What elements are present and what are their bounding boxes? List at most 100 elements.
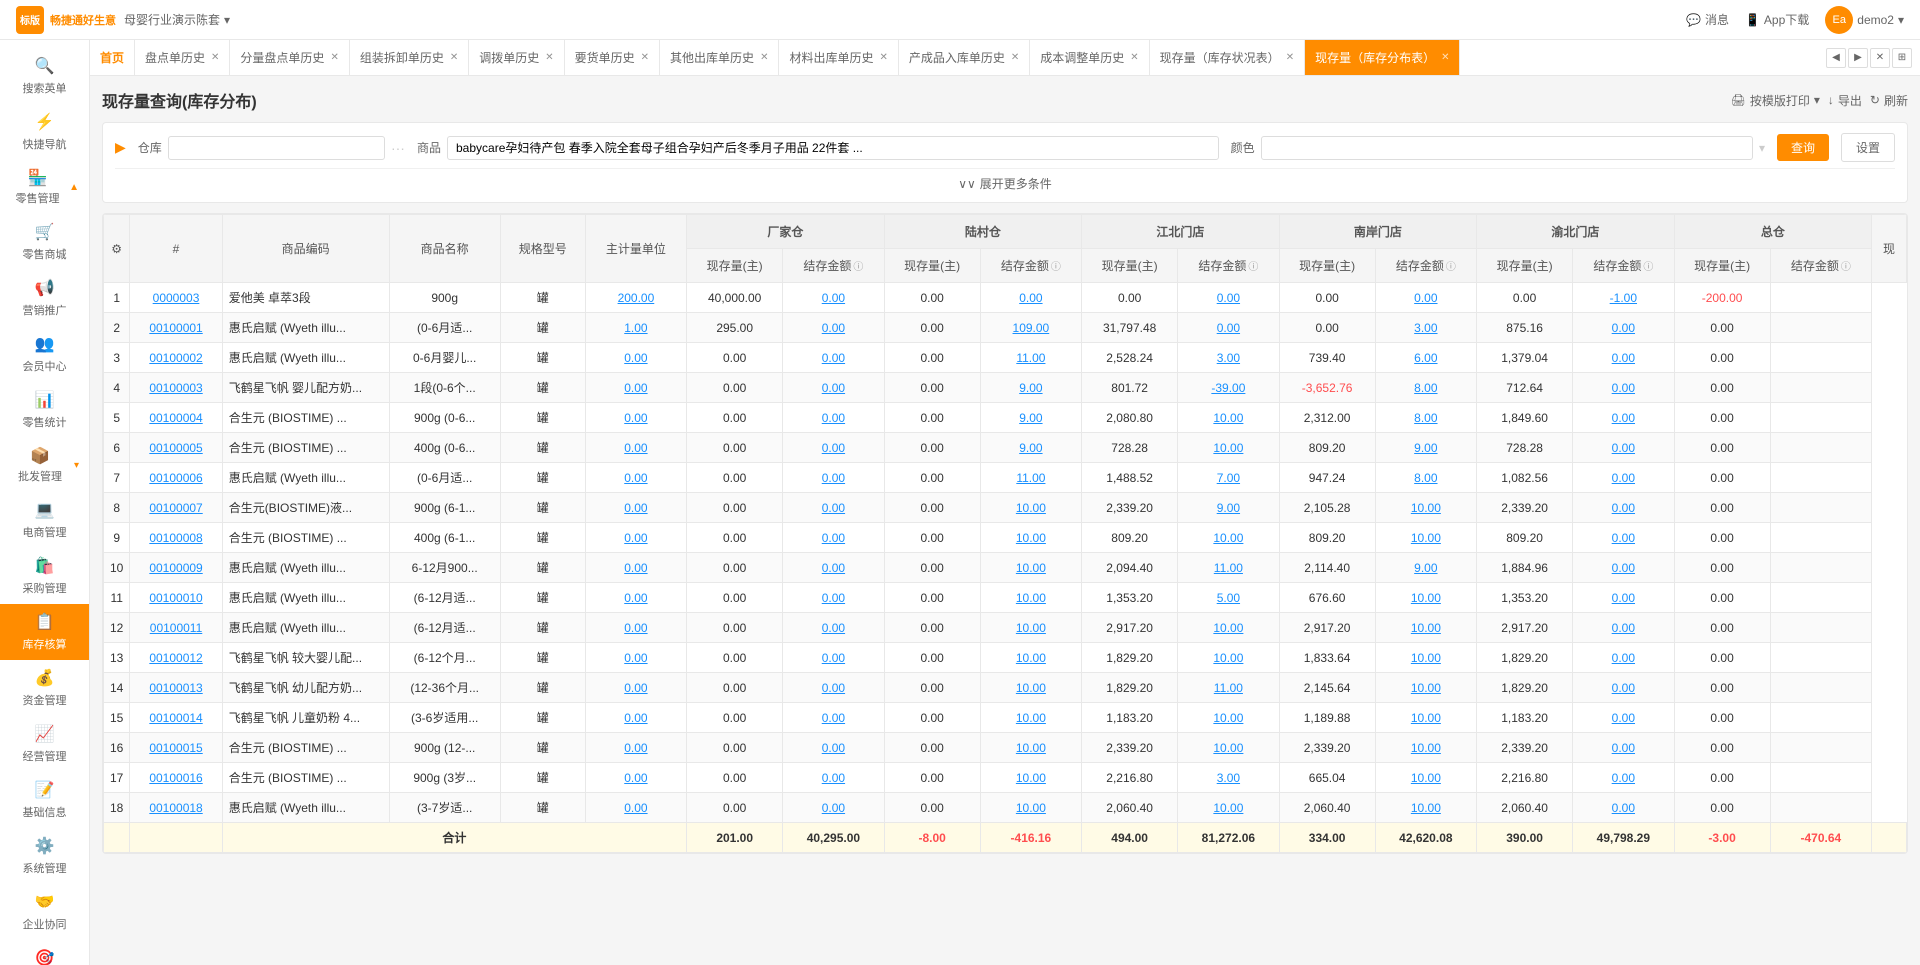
table-cell[interactable]: 10.00 (980, 523, 1082, 553)
sidebar-item-purchase[interactable]: 🛍️ 采购管理 (0, 548, 89, 604)
table-cell[interactable]: 8.00 (1375, 463, 1477, 493)
sidebar-item-guide[interactable]: 🎯 新手引导 (0, 940, 89, 965)
close-icon[interactable]: ✕ (211, 52, 219, 63)
table-cell[interactable]: 10.00 (1178, 523, 1280, 553)
close-icon[interactable]: ✕ (545, 52, 553, 63)
close-icon[interactable]: ✕ (641, 52, 649, 63)
table-cell[interactable]: 0.00 (1573, 703, 1675, 733)
sidebar-item-shop[interactable]: 🛒 零售商城 (0, 214, 89, 270)
table-cell[interactable]: 10.00 (1178, 643, 1280, 673)
close-icon[interactable]: ✕ (450, 52, 458, 63)
table-cell[interactable]: 0.00 (783, 373, 885, 403)
table-cell[interactable]: 0.00 (1573, 463, 1675, 493)
tab-expand-btn[interactable]: ⊞ (1892, 48, 1912, 68)
sidebar-item-wholesale[interactable]: 📦 批发管理 ▾ (0, 438, 89, 492)
table-cell[interactable]: 00100002 (130, 343, 222, 373)
table-cell[interactable]: 11.00 (1178, 553, 1280, 583)
table-cell[interactable]: 0.00 (1573, 643, 1675, 673)
sidebar-item-basic-info[interactable]: 📝 基础信息 (0, 772, 89, 828)
tab-stock-dist[interactable]: 现存量（库存分布表） ✕ (1305, 40, 1460, 76)
table-cell[interactable]: 0.00 (585, 493, 687, 523)
sidebar-item-marketing[interactable]: 📢 营销推广 (0, 270, 89, 326)
table-cell[interactable]: 9.00 (980, 433, 1082, 463)
table-cell[interactable]: 0.00 (585, 763, 687, 793)
table-cell[interactable]: 00100006 (130, 463, 222, 493)
table-cell[interactable]: 3.00 (1178, 763, 1280, 793)
table-cell[interactable]: 0.00 (1573, 553, 1675, 583)
table-cell[interactable]: 0.00 (783, 613, 885, 643)
table-cell[interactable]: 9.00 (1375, 433, 1477, 463)
table-cell[interactable]: 10.00 (1375, 613, 1477, 643)
table-cell[interactable]: 11.00 (980, 463, 1082, 493)
table-cell[interactable]: 0.00 (1178, 283, 1280, 313)
table-cell[interactable]: 0.00 (585, 733, 687, 763)
color-input[interactable] (1261, 136, 1753, 160)
table-cell[interactable]: 9.00 (980, 403, 1082, 433)
table-cell[interactable]: 0.00 (1375, 283, 1477, 313)
table-cell[interactable]: 0.00 (1573, 343, 1675, 373)
sidebar-item-quicknav[interactable]: ⚡ 快捷导航 (0, 104, 89, 160)
table-cell[interactable]: 0.00 (1573, 433, 1675, 463)
sidebar-item-inventory[interactable]: 📋 库存核算 (0, 604, 89, 660)
table-cell[interactable]: 0.00 (585, 613, 687, 643)
close-icon[interactable]: ✕ (1130, 52, 1138, 63)
table-cell[interactable]: 0.00 (1573, 673, 1675, 703)
table-cell[interactable]: 0.00 (783, 553, 885, 583)
sidebar-item-ecommerce[interactable]: 💻 电商管理 (0, 492, 89, 548)
table-cell[interactable]: 0.00 (783, 403, 885, 433)
table-cell[interactable]: 0.00 (783, 703, 885, 733)
table-cell[interactable]: 0.00 (1573, 493, 1675, 523)
tab-stock-status[interactable]: 现存量（库存状况表） ✕ (1150, 40, 1305, 76)
close-icon[interactable]: ✕ (760, 52, 768, 63)
close-icon[interactable]: ✕ (879, 52, 887, 63)
table-cell[interactable]: 10.00 (980, 673, 1082, 703)
table-cell[interactable]: 0.00 (783, 313, 885, 343)
table-cell[interactable]: 10.00 (1178, 613, 1280, 643)
table-cell[interactable]: 00100013 (130, 673, 222, 703)
table-cell[interactable]: 0.00 (1573, 613, 1675, 643)
table-cell[interactable]: 10.00 (1178, 403, 1280, 433)
close-icon[interactable]: ✕ (1441, 52, 1449, 63)
product-input[interactable] (447, 136, 1219, 160)
table-cell[interactable]: 10.00 (980, 613, 1082, 643)
table-cell[interactable]: 200.00 (585, 283, 687, 313)
table-cell[interactable]: 10.00 (1375, 733, 1477, 763)
table-cell[interactable]: 0.00 (783, 343, 885, 373)
table-cell[interactable]: 0.00 (585, 553, 687, 583)
table-cell[interactable]: 0.00 (783, 583, 885, 613)
table-cell[interactable]: 10.00 (980, 643, 1082, 673)
table-cell[interactable]: 0.00 (1178, 313, 1280, 343)
table-cell[interactable]: -1.00 (1573, 283, 1675, 313)
table-cell[interactable]: 10.00 (1375, 673, 1477, 703)
query-button[interactable]: 查询 (1777, 134, 1829, 161)
table-cell[interactable]: 11.00 (1178, 673, 1280, 703)
table-cell[interactable]: 0.00 (585, 433, 687, 463)
tab-next-btn[interactable]: ▶ (1848, 48, 1868, 68)
table-cell[interactable]: 0.00 (783, 643, 885, 673)
sidebar-item-management[interactable]: 📈 经营管理 (0, 716, 89, 772)
table-cell[interactable]: 00100016 (130, 763, 222, 793)
table-cell[interactable]: 00100012 (130, 643, 222, 673)
sidebar-item-system[interactable]: ⚙️ 系统管理 (0, 828, 89, 884)
table-cell[interactable]: 0.00 (585, 403, 687, 433)
table-cell[interactable]: 10.00 (980, 703, 1082, 733)
table-cell[interactable]: 5.00 (1178, 583, 1280, 613)
table-cell[interactable]: 0.00 (1573, 793, 1675, 823)
warehouse-browse-btn[interactable]: ··· (391, 140, 405, 156)
table-cell[interactable]: 00100001 (130, 313, 222, 343)
table-cell[interactable]: 10.00 (1375, 643, 1477, 673)
table-cell[interactable]: 0.00 (1573, 583, 1675, 613)
user-area[interactable]: 现存量查询(库存分布) Ea demo2 ▾ (1825, 6, 1904, 34)
table-cell[interactable]: 0.00 (585, 523, 687, 553)
app-download-btn[interactable]: 📱 App下载 (1745, 11, 1809, 28)
table-cell[interactable]: 0.00 (585, 673, 687, 703)
print-btn[interactable]: 🖨 按模版打印 ▾ (1731, 92, 1820, 109)
table-cell[interactable]: 10.00 (1375, 523, 1477, 553)
table-cell[interactable]: 0.00 (783, 283, 885, 313)
table-cell[interactable]: 0.00 (1573, 373, 1675, 403)
table-cell[interactable]: 0.00 (783, 493, 885, 523)
table-cell[interactable]: -39.00 (1178, 373, 1280, 403)
table-cell[interactable]: 10.00 (1375, 493, 1477, 523)
table-cell[interactable]: 10.00 (1178, 793, 1280, 823)
table-cell[interactable]: 1.00 (585, 313, 687, 343)
